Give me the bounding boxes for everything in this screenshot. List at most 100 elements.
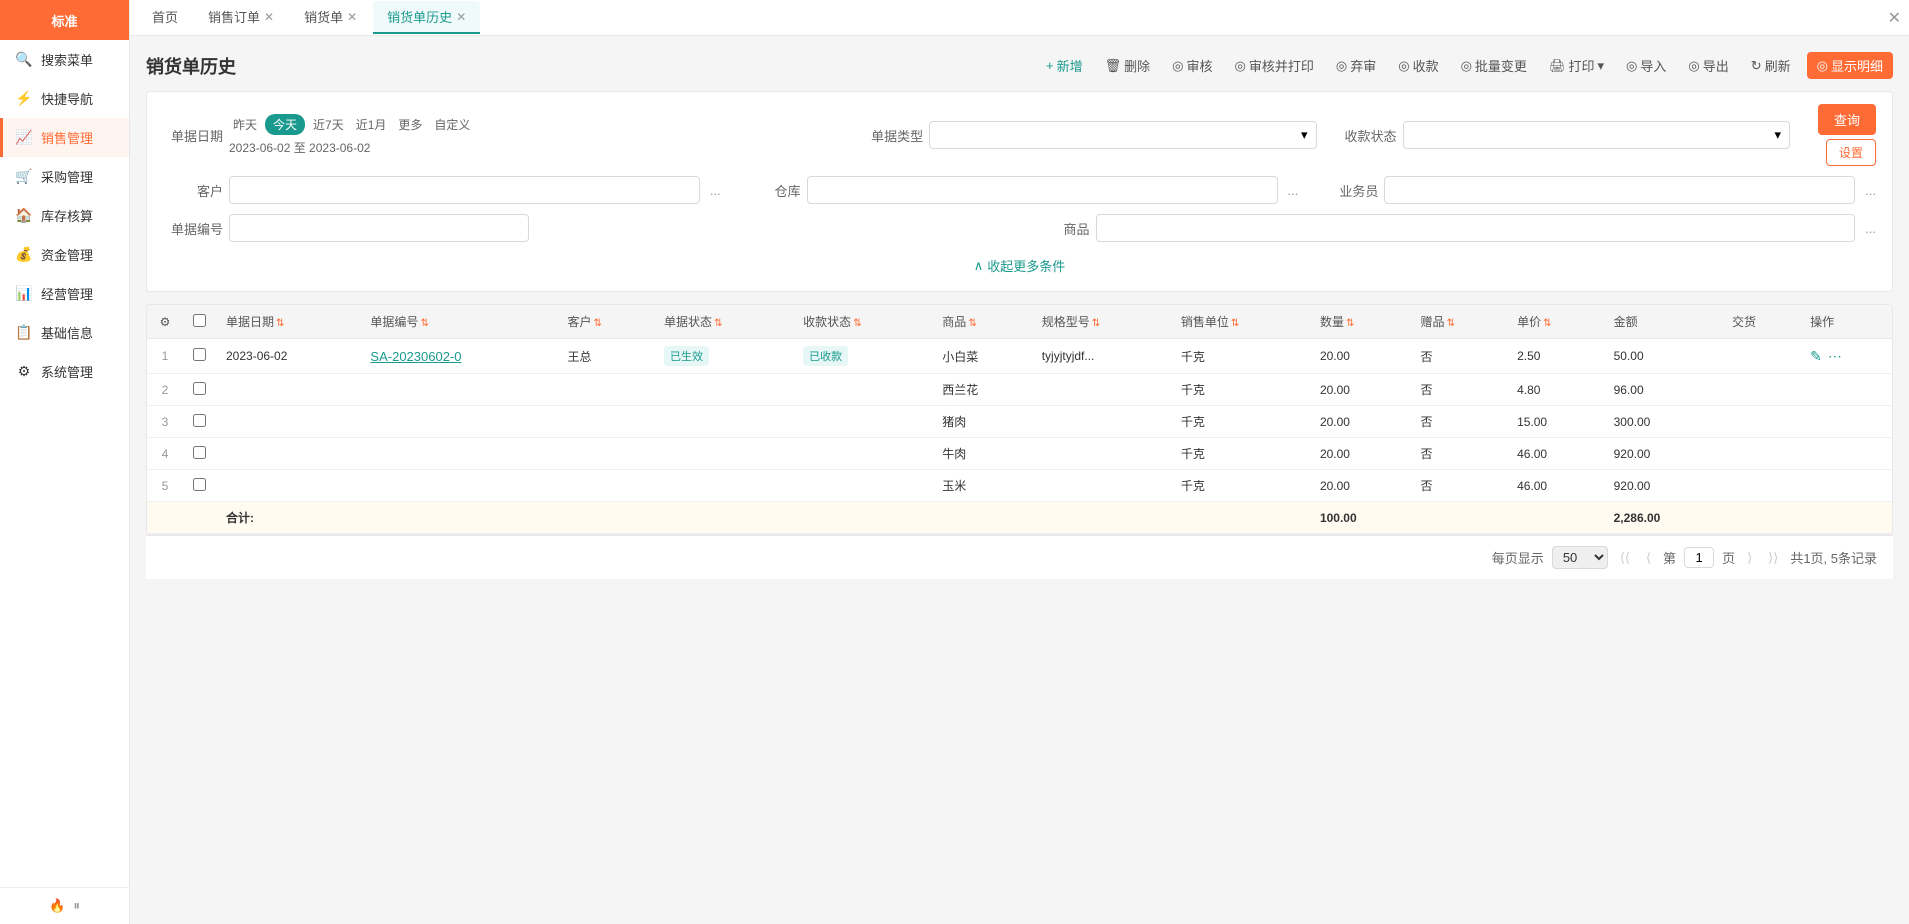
warehouse-dots[interactable]: ... <box>1288 183 1299 198</box>
date-more[interactable]: 更多 <box>394 114 426 135</box>
select-all-checkbox[interactable] <box>193 314 206 327</box>
row-customer <box>558 438 655 470</box>
first-page-btn[interactable]: ⟨⟨ <box>1616 548 1634 568</box>
new-button[interactable]: + 新增 <box>1040 52 1089 79</box>
row-price: 46.00 <box>1507 470 1604 502</box>
show-detail-button[interactable]: ◎ 显示明细 <box>1807 52 1893 79</box>
checkbox-col-header[interactable] <box>183 305 216 339</box>
last-page-btn[interactable]: ⟩⟩ <box>1764 548 1782 568</box>
tab-home[interactable]: 首页 <box>138 1 192 34</box>
set-button[interactable]: 设置 <box>1826 139 1876 166</box>
trans-col-header: 交货 <box>1722 305 1800 339</box>
row-amount: 50.00 <box>1604 339 1722 374</box>
row-doc-no[interactable] <box>360 406 557 438</box>
sidebar-item-quick-nav[interactable]: ⚡ 快捷导航 <box>0 79 129 118</box>
sidebar-item-search-menu[interactable]: 🔍 搜索菜单 <box>0 40 129 79</box>
row-doc-no[interactable]: SA-20230602-0 <box>360 339 557 374</box>
date-yesterday[interactable]: 昨天 <box>229 114 261 135</box>
query-button[interactable]: 查询 <box>1818 104 1876 135</box>
row-qty: 20.00 <box>1310 438 1411 470</box>
price-col-header: 单价⇅ <box>1507 305 1604 339</box>
tab-close-sales-history[interactable]: ✕ <box>456 10 466 24</box>
tab-sales-history[interactable]: 销货单历史 ✕ <box>373 1 480 34</box>
row-doc-status <box>654 406 793 438</box>
doc-no-input[interactable] <box>229 214 529 242</box>
audit-print-button[interactable]: ◎ 审核并打印 <box>1229 52 1320 79</box>
page-num-input[interactable] <box>1684 547 1714 568</box>
filter-actions: 查询 设置 <box>1818 104 1876 166</box>
sidebar-item-sales-mgmt[interactable]: 📈 销售管理 <box>0 118 129 157</box>
sidebar-pause-icon[interactable]: ⏸ <box>73 898 80 914</box>
date-7days[interactable]: 近7天 <box>309 114 348 135</box>
row-checkbox[interactable] <box>183 406 216 438</box>
row-checkbox[interactable] <box>183 470 216 502</box>
customer-dots[interactable]: ... <box>710 183 721 198</box>
delete-button[interactable]: 🗑 删除 <box>1099 52 1157 79</box>
batch-change-button[interactable]: ◎ 批量变更 <box>1455 52 1533 79</box>
row-customer <box>558 470 655 502</box>
row-doc-no[interactable] <box>360 438 557 470</box>
tab-close-sales-goods[interactable]: ✕ <box>347 10 357 24</box>
tab-close-all[interactable]: ✕ <box>1888 8 1901 28</box>
tab-close-sales-order[interactable]: ✕ <box>264 10 274 24</box>
date-today[interactable]: 今天 <box>265 114 305 135</box>
row-actions <box>1800 438 1892 470</box>
prev-page-btn[interactable]: ⟨ <box>1642 548 1655 568</box>
business-input[interactable] <box>1384 176 1855 204</box>
warehouse-input[interactable] <box>807 176 1278 204</box>
date-1month[interactable]: 近1月 <box>352 114 391 135</box>
row-doc-date <box>216 438 360 470</box>
sidebar: 标准 🔍 搜索菜单 ⚡ 快捷导航 📈 销售管理 🛒 采购管理 🏠 库存核算 💰 … <box>0 0 130 924</box>
total-row: 合计: 100.00 2,286.00 <box>147 502 1892 534</box>
sidebar-item-purchase-mgmt[interactable]: 🛒 采购管理 <box>0 157 129 196</box>
audit-icon: ◎ <box>1172 58 1183 74</box>
sidebar-item-operations[interactable]: 📊 经营管理 <box>0 274 129 313</box>
export-button[interactable]: ◎ 导出 <box>1682 52 1734 79</box>
table-row: 5 玉米 千克 20.00 否 46.00 920.00 <box>147 470 1892 502</box>
row-doc-date <box>216 374 360 406</box>
sidebar-fire-icon[interactable]: 🔥 <box>49 898 65 914</box>
refresh-button[interactable]: ↻ 刷新 <box>1745 52 1797 79</box>
customer-input[interactable] <box>229 176 700 204</box>
sidebar-item-inventory[interactable]: 🏠 库存核算 <box>0 196 129 235</box>
sidebar-item-sys-mgmt[interactable]: ⚙ 系统管理 <box>0 352 129 391</box>
business-dots[interactable]: ... <box>1865 183 1876 198</box>
settings-col-header[interactable]: ⚙ <box>147 305 183 339</box>
row-checkbox[interactable] <box>183 339 216 374</box>
tab-sales-order[interactable]: 销售订单 ✕ <box>194 1 288 34</box>
abandon-button[interactable]: ◎ 弃审 <box>1330 52 1382 79</box>
goods-input[interactable] <box>1096 214 1856 242</box>
goods-dots[interactable]: ... <box>1865 221 1876 236</box>
row-unit: 千克 <box>1171 406 1310 438</box>
next-page-btn[interactable]: ⟩ <box>1743 548 1756 568</box>
collect-button[interactable]: ◎ 收款 <box>1392 52 1444 79</box>
tab-sales-goods[interactable]: 销货单 ✕ <box>290 1 371 34</box>
operations-icon: 📊 <box>15 285 33 302</box>
collapse-icon: ∧ <box>974 258 984 274</box>
row-unit: 千克 <box>1171 374 1310 406</box>
abandon-icon: ◎ <box>1336 58 1347 74</box>
audit-button[interactable]: ◎ 审核 <box>1166 52 1218 79</box>
row-actions: ✎⋯ <box>1800 339 1892 374</box>
row-doc-no[interactable] <box>360 374 557 406</box>
print-dropdown-icon: ▾ <box>1597 58 1604 74</box>
doc-no-label: 单据编号 <box>163 219 223 238</box>
collapse-filter-btn[interactable]: ∧ 收起更多条件 <box>163 252 1876 279</box>
print-button[interactable]: 🖨 打印 ▾ <box>1543 52 1610 79</box>
row-checkbox[interactable] <box>183 374 216 406</box>
sidebar-item-base-info[interactable]: 📋 基础信息 <box>0 313 129 352</box>
row-doc-no[interactable] <box>360 470 557 502</box>
doc-type-select[interactable]: ▾ <box>929 121 1316 149</box>
pay-status-select[interactable]: ▾ <box>1403 121 1790 149</box>
edit-icon[interactable]: ✎ <box>1810 348 1822 365</box>
row-checkbox[interactable] <box>183 438 216 470</box>
sidebar-item-label: 资金管理 <box>41 245 93 264</box>
row-pay-status <box>793 470 932 502</box>
more-icon[interactable]: ⋯ <box>1828 348 1842 365</box>
total-info: 共1页, 5条记录 <box>1790 548 1877 567</box>
sidebar-item-finance[interactable]: 💰 资金管理 <box>0 235 129 274</box>
import-button[interactable]: ◎ 导入 <box>1620 52 1672 79</box>
per-page-select[interactable]: 50 100 200 <box>1552 546 1608 569</box>
date-custom[interactable]: 自定义 <box>430 114 474 135</box>
import-icon: ◎ <box>1626 58 1637 74</box>
